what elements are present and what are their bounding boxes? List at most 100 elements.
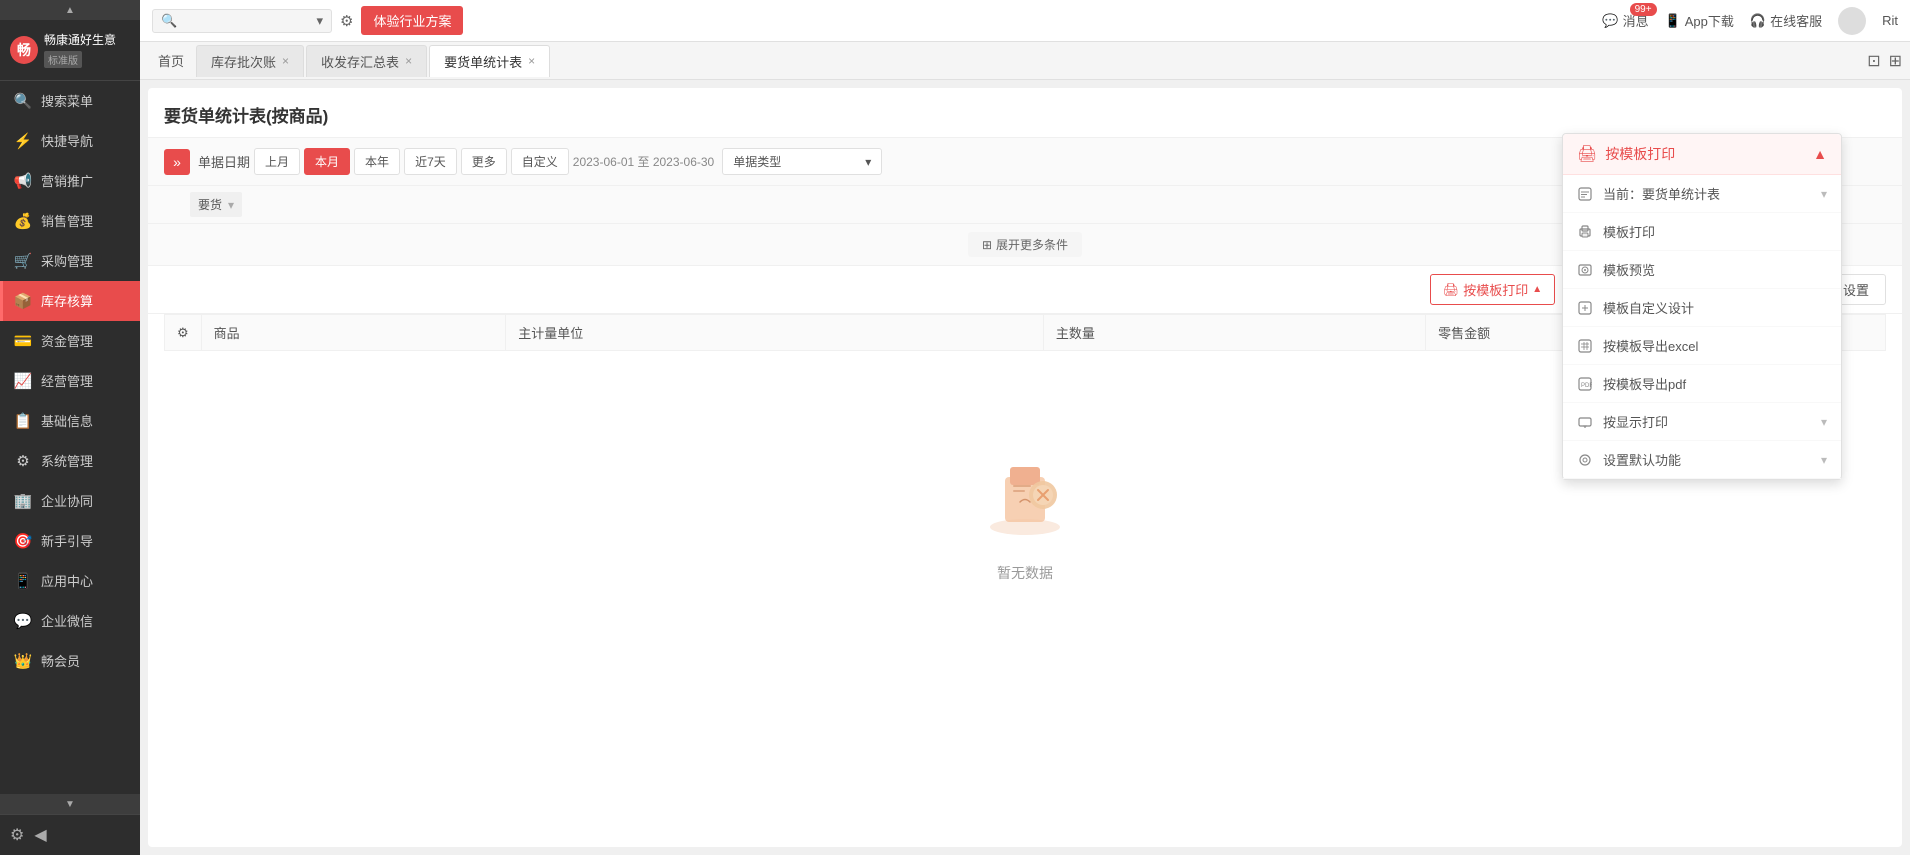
tab-receipts-summary[interactable]: 收发存汇总表 × [306,45,427,77]
export-excel-label: 按模板导出excel [1603,336,1698,355]
print-dropdown-item-template-print[interactable]: 模板打印 [1563,213,1841,251]
sidebar-item-enterprise-wechat[interactable]: 💬 企业微信 [0,601,140,641]
sidebar-item-label: 新手引导 [41,531,93,550]
print-dropdown-item-template-preview[interactable]: 模板预览 [1563,251,1841,289]
tab-inventory-batch[interactable]: 库存批次账 × [196,45,304,77]
tab-home[interactable]: 首页 [148,45,194,76]
print-dropdown-item-export-excel[interactable]: 按模板导出excel [1563,327,1841,365]
print-current-label: 当前：要货单统计表 [1603,184,1720,203]
sidebar-item-label: 库存核算 [41,291,93,310]
sidebar-item-finance[interactable]: 💳 资金管理 [0,321,140,361]
sidebar-item-basic[interactable]: 📋 基础信息 [0,401,140,441]
sidebar-item-search[interactable]: 🔍 搜索菜单 [0,81,140,121]
sales-icon: 💰 [13,211,33,231]
sidebar-item-enterprise[interactable]: 🏢 企业协同 [0,481,140,521]
app-download-button[interactable]: 📱 App下载 [1665,11,1734,30]
topbar-search-box[interactable]: 🔍 ▾ [152,9,332,33]
print-dropdown-title: 🖨 按模板打印 [1577,144,1675,164]
sidebar-nav: 🔍 搜索菜单 ⚡ 快捷导航 📢 营销推广 💰 销售管理 🛒 采购管理 📦 库存核… [0,81,140,794]
search-icon: 🔍 [13,91,33,111]
table-settings-header[interactable]: ⚙ [165,315,202,351]
date-btn-this-month[interactable]: 本月 [304,148,350,175]
sidebar-item-sales[interactable]: 💰 销售管理 [0,201,140,241]
print-dropdown-close-icon[interactable]: ▲ [1813,146,1827,162]
type-filter-dropdown-icon: ▾ [865,155,871,169]
sidebar-item-purchase[interactable]: 🛒 采购管理 [0,241,140,281]
export-pdf-icon: PDF [1577,376,1593,392]
tab-order-summary-close[interactable]: × [528,54,535,68]
print-dropdown-item-display-print[interactable]: 按显示打印 ▾ [1563,403,1841,441]
print-dropdown-item-export-pdf[interactable]: PDF 按模板导出pdf [1563,365,1841,403]
tab-restore-icon[interactable]: ⊡ [1867,51,1880,71]
sidebar-item-system[interactable]: ⚙ 系统管理 [0,441,140,481]
date-btn-last-month[interactable]: 上月 [254,148,300,175]
print-dropdown-item-display-print-left: 按显示打印 [1577,412,1668,431]
sidebar-item-label: 营销推广 [41,171,93,190]
sidebar-bottom: ⚙ ◀ [0,814,140,855]
date-range-display: 2023-06-01 至 2023-06-30 [573,153,714,170]
topbar-gear-icon[interactable]: ⚙ [340,12,353,30]
sidebar-item-app-center[interactable]: 📱 应用中心 [0,561,140,601]
double-arrow-icon: » [173,154,181,170]
date-btn-custom[interactable]: 自定义 [511,148,569,175]
tab-order-summary[interactable]: 要货单统计表 × [429,45,550,77]
online-service-label: 在线客服 [1770,11,1822,30]
print-template-button[interactable]: 🖨 按模板打印 ▲ [1430,274,1555,305]
template-design-icon [1577,300,1593,316]
enterprise-wechat-icon: 💬 [13,611,33,631]
search-dropdown-icon[interactable]: ▾ [316,13,323,29]
tab-inventory-batch-label: 库存批次账 [211,52,276,71]
app-logo-icon: 畅 [10,36,38,64]
app-download-label: App下载 [1685,11,1734,30]
user-avatar[interactable] [1838,7,1866,35]
message-button[interactable]: 💬 消息 99+ [1602,11,1648,30]
expand-label: 展开更多条件 [996,236,1068,253]
print-label: 按模板打印 [1463,280,1528,299]
industry-solution-button[interactable]: 体验行业方案 [361,6,463,35]
settings-bottom-icon[interactable]: ⚙ [10,825,24,845]
tab-inventory-batch-close[interactable]: × [282,54,289,68]
expand-conditions-button[interactable]: ⊞ 展开更多条件 [968,232,1082,257]
date-btn-this-year[interactable]: 本年 [354,148,400,175]
quick-nav-icon: ⚡ [13,131,33,151]
type-filter-label: 单据类型 [733,153,781,170]
sidebar-item-label: 快捷导航 [41,131,93,150]
sidebar-item-quick-nav[interactable]: ⚡ 快捷导航 [0,121,140,161]
tab-order-summary-label: 要货单统计表 [444,52,522,71]
search-input[interactable] [181,14,312,28]
username-label[interactable]: Rit [1882,13,1898,28]
finance-icon: 💳 [13,331,33,351]
collapse-sidebar-icon[interactable]: ◀ [34,825,46,845]
sidebar-scroll-up[interactable]: ▲ [0,0,140,20]
svg-text:PDF: PDF [1581,383,1592,389]
default-func-icon [1577,452,1593,468]
basic-icon: 📋 [13,411,33,431]
topbar: 🔍 ▾ ⚙ 体验行业方案 💬 消息 99+ 📱 App下载 🎧 在线客服 Rit [140,0,1910,42]
page-content: 要货单统计表(按商品) » 单据日期 上月 本月 本年 近7天 更多 自定义 2… [148,88,1902,847]
date-btn-last-7days[interactable]: 近7天 [404,148,457,175]
date-btn-more[interactable]: 更多 [461,148,507,175]
sidebar-item-label: 畅会员 [41,651,80,670]
display-print-arrow: ▾ [1821,415,1827,429]
export-excel-icon [1577,338,1593,354]
sidebar-item-marketing[interactable]: 📢 营销推广 [0,161,140,201]
online-service-button[interactable]: 🎧 在线客服 [1750,11,1822,30]
sidebar-scroll-down[interactable]: ▼ [0,794,140,814]
print-dropdown-item-current[interactable]: 当前：要货单统计表 ▾ [1563,175,1841,213]
headset-icon: 🎧 [1750,13,1766,29]
print-dropdown-item-template-design[interactable]: 模板自定义设计 [1563,289,1841,327]
sidebar-item-member[interactable]: 👑 畅会员 [0,641,140,681]
print-arrow-icon: ▲ [1532,284,1542,295]
sidebar-item-beginner[interactable]: 🎯 新手引导 [0,521,140,561]
print-dropdown-item-default-func[interactable]: 设置默认功能 ▾ [1563,441,1841,479]
tab-receipts-summary-close[interactable]: × [405,54,412,68]
expand-filter-button[interactable]: » [164,149,190,175]
print-header-icon: 🖨 [1577,144,1597,164]
type-filter-select[interactable]: 单据类型 ▾ [722,148,882,175]
app-center-icon: 📱 [13,571,33,591]
sidebar-item-operations[interactable]: 📈 经营管理 [0,361,140,401]
tab-home-label: 首页 [158,51,184,70]
tab-maximize-icon[interactable]: ⊞ [1889,51,1902,71]
page-header: 要货单统计表(按商品) [148,88,1902,138]
sidebar-item-inventory[interactable]: 📦 库存核算 [0,281,140,321]
